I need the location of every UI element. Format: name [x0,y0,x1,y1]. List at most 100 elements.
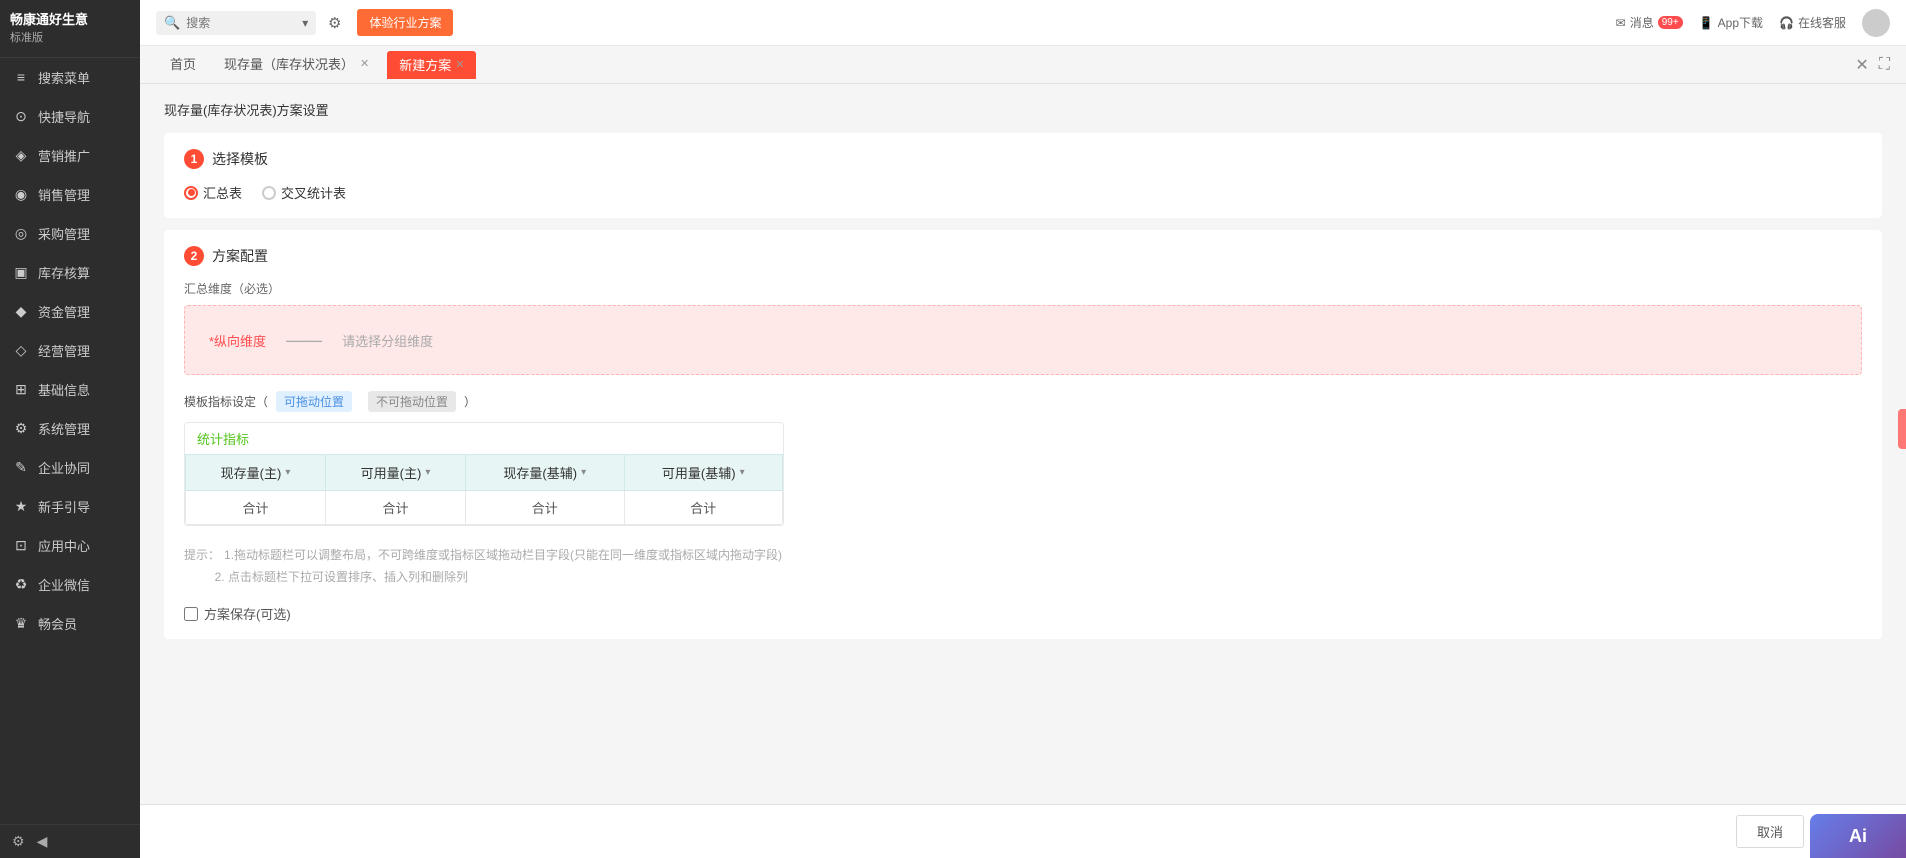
app-download-btn[interactable]: 📱 App下载 [1699,14,1763,31]
enterprise-icon: ✎ [12,459,30,476]
stats-col2-header: 可用量(主) ▾ [326,455,466,491]
tips-title: 提示： [184,545,220,567]
marketing-icon: ◈ [12,147,30,164]
bottom-bar: 取消 查询 [140,804,1906,858]
sidebar-item-label: 系统管理 [38,419,90,438]
col1-dropdown[interactable]: 现存量(主) ▾ [221,463,291,482]
stats-col2-cell: 合计 [326,491,466,525]
section2-header: 2 方案配置 [184,246,1862,266]
radio-summary-dot [188,189,195,196]
save-checkbox[interactable] [184,607,198,621]
sidebar-item-label: 资金管理 [38,302,90,321]
stats-row: 合计 合计 合计 合计 [186,491,783,525]
topbar-search-box[interactable]: 🔍 ▾ [156,11,316,35]
content-area: 现存量(库存状况表)方案设置 1 选择模板 汇总表 交叉统计表 [140,84,1906,804]
sidebar-item-member[interactable]: ♛ 畅会员 [0,604,140,643]
sidebar-item-label: 企业微信 [38,575,90,594]
tip-line-2: 2. 点击标题栏下拉可设置排序、插入列和删除列 [184,567,1862,589]
col4-dropdown-arrow: ▾ [740,467,745,478]
sidebar-item-label: 基础信息 [38,380,90,399]
col3-label: 现存量(基辅) [503,463,577,482]
save-label: 方案保存(可选) [204,604,291,623]
dimension-box: *纵向维度 —— 请选择分组维度 [184,305,1862,375]
sidebar-item-label: 畅会员 [38,614,77,633]
search-dropdown-arrow[interactable]: ▾ [302,16,308,30]
online-service-btn[interactable]: 🎧 在线客服 [1779,14,1846,31]
window-close-btn[interactable]: ✕ [1855,55,1868,75]
cancel-button[interactable]: 取消 [1736,815,1804,848]
app-download-label: App下载 [1718,14,1763,31]
operations-icon: ◇ [12,342,30,359]
sidebar-item-label: 库存核算 [38,263,90,282]
sidebar-item-marketing[interactable]: ◈ 营销推广 [0,136,140,175]
topbar-gear-icon[interactable]: ⚙ [328,14,341,32]
newcomer-icon: ★ [12,498,30,515]
member-icon: ♛ [12,615,30,632]
section2-title: 方案配置 [212,246,268,266]
window-expand-btn[interactable]: ⛶ [1879,56,1890,74]
page-title: 现存量(库存状况表)方案设置 [164,100,1882,119]
col2-dropdown-arrow: ▾ [425,467,430,478]
sidebar-item-label: 企业协同 [38,458,90,477]
indicator-label: 模板指标设定（ 可拖动位置 不可拖动位置 ） [184,391,1862,412]
template-radio-group: 汇总表 交叉统计表 [184,183,1862,202]
online-service-icon: 🎧 [1779,16,1794,30]
sidebar-item-label: 销售管理 [38,185,90,204]
settings-bottom-icon[interactable]: ⚙ [12,833,25,850]
col1-label: 现存量(主) [221,463,282,482]
col3-dropdown[interactable]: 现存量(基辅) ▾ [503,463,586,482]
message-label: 消息 [1630,14,1654,31]
tab-new-scheme-btn[interactable]: 新建方案 ✕ [387,51,476,79]
sidebar-item-system[interactable]: ⚙ 系统管理 [0,409,140,448]
sidebar-item-enterprise[interactable]: ✎ 企业协同 [0,448,140,487]
radio-summary[interactable]: 汇总表 [184,183,242,202]
section-scheme-config: 2 方案配置 汇总维度（必选） *纵向维度 —— 请选择分组维度 模板指标设定（… [164,230,1882,639]
radio-cross[interactable]: 交叉统计表 [262,183,346,202]
non-draggable-badge: 不可拖动位置 [368,391,456,412]
col4-dropdown[interactable]: 可用量(基辅) ▾ [662,463,745,482]
quick-nav-icon: ⊙ [12,108,30,125]
stats-table: 现存量(主) ▾ 可用量(主) ▾ [185,454,783,525]
sales-icon: ◉ [12,186,30,203]
avatar[interactable] [1862,9,1890,37]
sidebar-item-purchase[interactable]: ◎ 采购管理 [0,214,140,253]
tab-new-scheme-label: 新建方案 [399,55,451,74]
topbar: 🔍 ▾ ⚙ 体验行业方案 ✉ 消息 99+ 📱 App下载 🎧 在线客服 [140,0,1906,46]
message-btn[interactable]: ✉ 消息 99+ [1616,14,1683,31]
sidebar-item-sales[interactable]: ◉ 销售管理 [0,175,140,214]
sidebar-item-newcomer[interactable]: ★ 新手引导 [0,487,140,526]
col2-dropdown[interactable]: 可用量(主) ▾ [361,463,431,482]
app-download-icon: 📱 [1699,16,1714,30]
stats-col3-header: 现存量(基辅) ▾ [466,455,624,491]
sidebar-item-finance[interactable]: ◆ 资金管理 [0,292,140,331]
sidebar-item-label: 营销推广 [38,146,90,165]
sidebar-item-basic[interactable]: ⊞ 基础信息 [0,370,140,409]
sidebar-item-operations[interactable]: ◇ 经营管理 [0,331,140,370]
dim-placeholder[interactable]: 请选择分组维度 [342,331,433,350]
col2-label: 可用量(主) [361,463,422,482]
sidebar-item-quick-nav[interactable]: ⊙ 快捷导航 [0,97,140,136]
sidebar-item-label: 应用中心 [38,536,90,555]
col3-dropdown-arrow: ▾ [581,467,586,478]
sound-bottom-icon[interactable]: ◀ [37,833,48,850]
section1-title: 选择模板 [212,149,268,169]
sidebar-item-inventory[interactable]: ▣ 库存核算 [0,253,140,292]
tab-home[interactable]: 首页 [156,46,210,84]
tab-new-scheme-close[interactable]: ✕ [455,58,464,71]
sidebar-item-wechat[interactable]: ♻ 企业微信 [0,565,140,604]
edge-handle[interactable] [1898,409,1906,449]
tab-inventory-status-close[interactable]: ✕ [360,57,369,70]
tabbar: 首页 现存量（库存状况表） ✕ 新建方案 ✕ ✕ ⛶ [140,46,1906,84]
search-input[interactable] [186,16,296,30]
inventory-icon: ▣ [12,264,30,281]
stats-col3-cell: 合计 [466,491,624,525]
sidebar-item-search-menu[interactable]: ≡ 搜索菜单 [0,58,140,97]
trial-btn[interactable]: 体验行业方案 [357,9,453,36]
ai-fab-button[interactable]: Ai [1810,814,1906,858]
dim-arrow: —— [286,330,322,351]
sidebar-item-appstore[interactable]: ⊡ 应用中心 [0,526,140,565]
sidebar-item-label: 快捷导航 [38,107,90,126]
section2-num: 2 [184,246,204,266]
app-title: 畅康通好生意 [10,12,130,29]
tab-inventory-status[interactable]: 现存量（库存状况表） ✕ [210,46,383,84]
